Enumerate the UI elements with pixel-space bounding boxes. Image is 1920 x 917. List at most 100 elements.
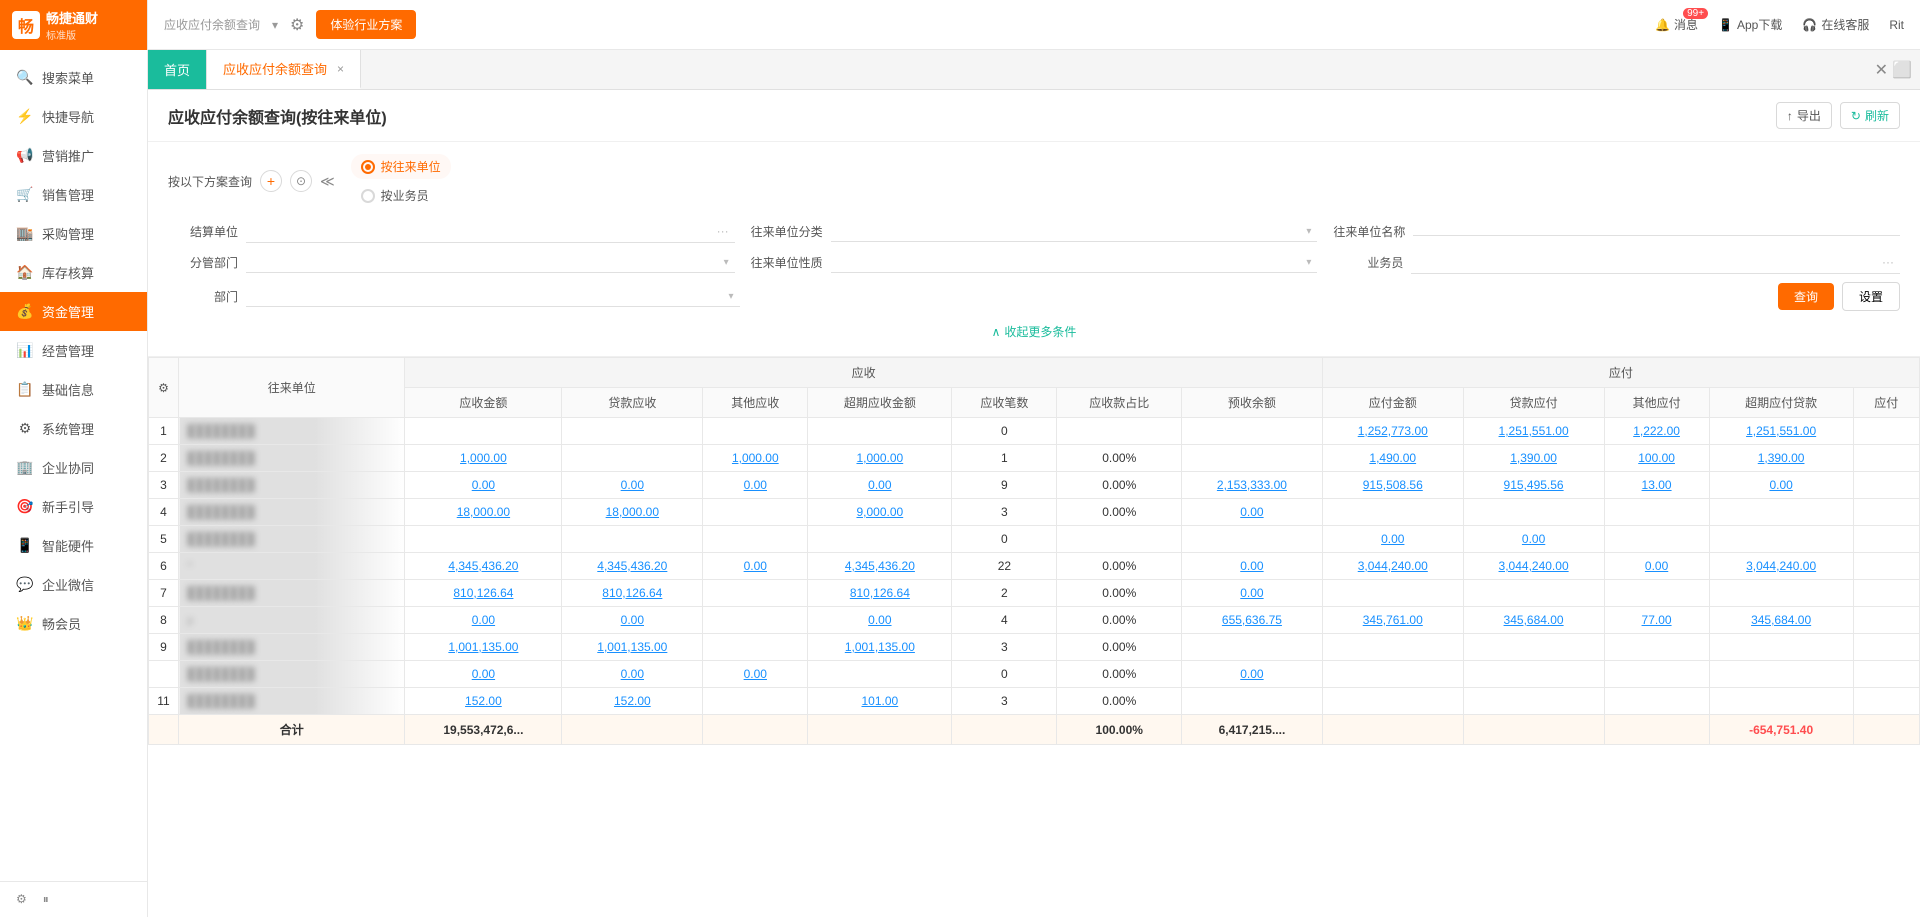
table-cell[interactable]: 915,495.56 <box>1463 472 1604 499</box>
table-cell[interactable]: 0.00 <box>1182 580 1323 607</box>
sidebar-item-system[interactable]: ⚙ 系统管理 <box>0 409 147 448</box>
table-cell[interactable]: 0.00 <box>703 661 808 688</box>
table-cell[interactable]: 0.00 <box>703 553 808 580</box>
table-cell[interactable]: 1,000.00 <box>703 445 808 472</box>
filter-collapse-button[interactable]: ≪ <box>320 173 335 190</box>
table-cell[interactable]: 1,251,551.00 <box>1709 418 1853 445</box>
service-button[interactable]: 🎧 在线客服 <box>1802 16 1869 33</box>
sidebar-item-guide[interactable]: 🎯 新手引导 <box>0 487 147 526</box>
table-cell[interactable]: 152.00 <box>405 688 562 715</box>
sidebar-item-wechat[interactable]: 💬 企业微信 <box>0 565 147 604</box>
settings-icon[interactable]: ⚙ <box>16 892 27 907</box>
tab-home[interactable]: 首页 <box>148 50 207 89</box>
table-cell[interactable]: 1,001,135.00 <box>562 634 703 661</box>
sidebar-item-marketing[interactable]: 📢 营销推广 <box>0 136 147 175</box>
table-cell[interactable]: 1,252,773.00 <box>1322 418 1463 445</box>
filter-add-button[interactable]: + <box>260 170 282 192</box>
table-cell[interactable]: 0.00 <box>703 472 808 499</box>
table-cell[interactable]: 0.00 <box>405 472 562 499</box>
filter-by-salesperson[interactable]: 按业务员 <box>351 183 451 208</box>
partner-name-input[interactable] <box>1413 227 1900 236</box>
table-cell[interactable]: 0.00 <box>405 661 562 688</box>
sidebar-item-operation[interactable]: 📊 经营管理 <box>0 331 147 370</box>
dept-input[interactable]: ▾ <box>246 287 740 307</box>
table-cell[interactable]: 0.00 <box>1182 499 1323 526</box>
query-button[interactable]: 查询 <box>1778 283 1834 310</box>
table-cell[interactable]: 1,390.00 <box>1709 445 1853 472</box>
partner-category-input[interactable]: ▾ <box>831 222 1318 242</box>
table-cell[interactable]: 4,345,436.20 <box>808 553 952 580</box>
table-cell[interactable]: 0.00 <box>562 472 703 499</box>
table-cell[interactable]: 0.00 <box>1182 661 1323 688</box>
table-cell[interactable]: 0.00 <box>1182 553 1323 580</box>
sidebar-item-quicknav[interactable]: ⚡ 快捷导航 <box>0 97 147 136</box>
table-cell[interactable]: 3,044,240.00 <box>1709 553 1853 580</box>
table-cell[interactable]: 1,490.00 <box>1322 445 1463 472</box>
partner-nature-input[interactable]: ▾ <box>831 253 1318 273</box>
message-button[interactable]: 🔔 消息 99+ <box>1655 16 1698 33</box>
table-cell[interactable]: 655,636.75 <box>1182 607 1323 634</box>
trial-button[interactable]: 体验行业方案 <box>316 10 416 39</box>
refresh-button[interactable]: ↻ 刷新 <box>1840 102 1900 129</box>
table-cell[interactable]: 810,126.64 <box>808 580 952 607</box>
table-cell[interactable]: 1,001,135.00 <box>405 634 562 661</box>
collapse-icon[interactable]: ⏸ <box>43 892 49 907</box>
table-cell[interactable]: 345,684.00 <box>1709 607 1853 634</box>
dept-mgr-input[interactable]: ▾ <box>246 253 735 273</box>
table-cell[interactable]: 0.00 <box>405 607 562 634</box>
sidebar-item-sales[interactable]: 🛒 销售管理 <box>0 175 147 214</box>
sidebar-item-inventory[interactable]: 🏠 库存核算 <box>0 253 147 292</box>
table-cell[interactable]: 0.00 <box>562 661 703 688</box>
filter-by-partner[interactable]: 按往来单位 <box>351 154 451 179</box>
filter-schema-button[interactable]: ⊙ <box>290 170 312 192</box>
tab-close-icon[interactable]: × <box>337 62 344 76</box>
table-cell[interactable]: 0.00 <box>1604 553 1709 580</box>
table-cell[interactable]: 152.00 <box>562 688 703 715</box>
sidebar-item-basic[interactable]: 📋 基础信息 <box>0 370 147 409</box>
table-cell[interactable]: 77.00 <box>1604 607 1709 634</box>
table-cell[interactable]: 1,390.00 <box>1463 445 1604 472</box>
table-cell[interactable]: 810,126.64 <box>562 580 703 607</box>
table-cell[interactable]: 9,000.00 <box>808 499 952 526</box>
topbar-gear-icon[interactable]: ⚙ <box>290 15 304 35</box>
table-cell[interactable]: 0.00 <box>808 472 952 499</box>
table-cell[interactable]: 915,508.56 <box>1322 472 1463 499</box>
export-button[interactable]: ↑ 导出 <box>1776 102 1832 129</box>
table-cell[interactable]: 0.00 <box>808 607 952 634</box>
settlement-unit-input[interactable]: ··· <box>246 220 735 243</box>
sidebar-item-hardware[interactable]: 📱 智能硬件 <box>0 526 147 565</box>
table-cell[interactable]: 18,000.00 <box>562 499 703 526</box>
table-cell[interactable]: 1,000.00 <box>405 445 562 472</box>
sidebar-item-search[interactable]: 🔍 搜索菜单 <box>0 58 147 97</box>
sidebar-item-member[interactable]: 👑 畅会员 <box>0 604 147 643</box>
table-cell[interactable]: 0.00 <box>562 607 703 634</box>
table-cell[interactable]: 1,222.00 <box>1604 418 1709 445</box>
app-download-button[interactable]: 📱 App下载 <box>1718 16 1782 33</box>
table-cell[interactable]: 1,000.00 <box>808 445 952 472</box>
table-cell[interactable]: 4,345,436.20 <box>562 553 703 580</box>
table-cell[interactable]: 101.00 <box>808 688 952 715</box>
table-cell[interactable]: 0.00 <box>1463 526 1604 553</box>
table-cell[interactable]: 345,761.00 <box>1322 607 1463 634</box>
table-cell[interactable]: 3,044,240.00 <box>1322 553 1463 580</box>
sidebar-item-finance[interactable]: 💰 资金管理 <box>0 292 147 331</box>
table-cell[interactable]: 1,251,551.00 <box>1463 418 1604 445</box>
table-cell[interactable]: 0.00 <box>1709 472 1853 499</box>
table-cell[interactable]: 0.00 <box>1322 526 1463 553</box>
table-cell[interactable]: 2,153,333.00 <box>1182 472 1323 499</box>
sidebar-item-purchase[interactable]: 🏬 采购管理 <box>0 214 147 253</box>
user-menu[interactable]: Rit <box>1889 18 1904 32</box>
settings-button[interactable]: 设置 <box>1842 282 1900 311</box>
table-cell[interactable]: 100.00 <box>1604 445 1709 472</box>
table-cell[interactable]: 18,000.00 <box>405 499 562 526</box>
sidebar-item-corp[interactable]: 🏢 企业协同 <box>0 448 147 487</box>
table-cell[interactable]: 1,001,135.00 <box>808 634 952 661</box>
table-cell[interactable]: 4,345,436.20 <box>405 553 562 580</box>
collapse-more-button[interactable]: ∧ 收起更多条件 <box>168 319 1900 344</box>
table-cell[interactable]: 345,684.00 <box>1463 607 1604 634</box>
maximize-window-icon[interactable]: ⬜ <box>1892 60 1912 80</box>
table-cell[interactable]: 3,044,240.00 <box>1463 553 1604 580</box>
table-cell[interactable]: 13.00 <box>1604 472 1709 499</box>
salesperson-input[interactable]: ··· <box>1411 251 1900 274</box>
table-cell[interactable]: 810,126.64 <box>405 580 562 607</box>
